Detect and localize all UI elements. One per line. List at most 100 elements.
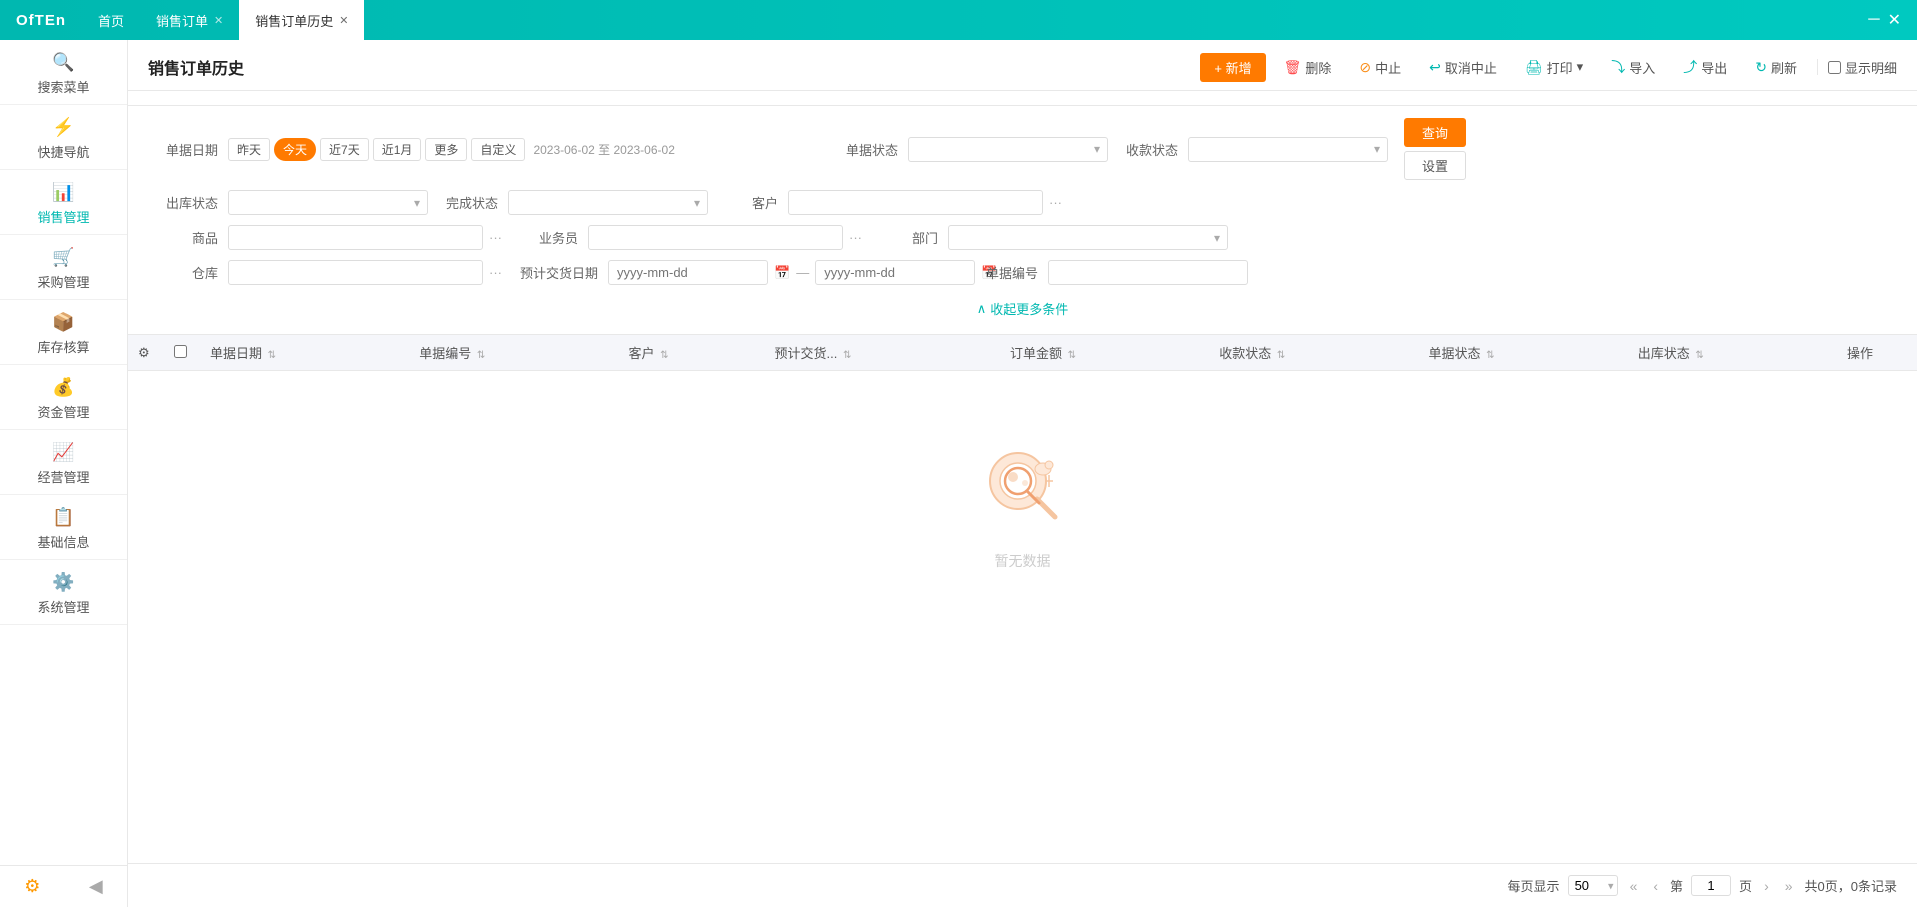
import-button[interactable]: ⤵ 导入 [1601, 52, 1665, 82]
salesperson-input[interactable] [588, 225, 843, 250]
bill-status-select[interactable] [908, 137, 1108, 162]
tab-sales-order-close[interactable]: ✕ [214, 14, 223, 27]
settings-button[interactable]: 设置 [1404, 151, 1466, 180]
delete-button[interactable]: 🗑 删除 [1274, 53, 1342, 82]
sidebar-item-purchase[interactable]: 🛒 采购管理 [0, 235, 127, 300]
select-all-checkbox[interactable] [174, 345, 187, 358]
customer-input[interactable] [788, 190, 1043, 215]
goods-input[interactable] [228, 225, 483, 250]
stock-out-select-wrap [228, 190, 428, 215]
delivery-start-input[interactable] [608, 260, 768, 285]
per-page-select[interactable]: 10 20 50 100 [1568, 875, 1618, 896]
warehouse-field: ··· [228, 260, 508, 285]
delivery-end-input[interactable] [815, 260, 975, 285]
th-receipt-status[interactable]: 收款状态 ⇅ [1209, 335, 1418, 371]
complete-select[interactable] [508, 190, 708, 215]
date-field: 昨天 今天 近7天 近1月 更多 自定义 2023-06-02 至 2023-0… [228, 138, 828, 161]
operation-icon: 📈 [52, 442, 74, 463]
query-button[interactable]: 查询 [1404, 118, 1466, 147]
salesperson-label: 业务员 [508, 228, 588, 247]
display-cols-checkbox[interactable] [1828, 61, 1841, 74]
display-cols-check[interactable]: 显示明细 [1828, 58, 1897, 77]
th-amount[interactable]: 订单金额 ⇅ [1000, 335, 1209, 371]
first-page-button[interactable]: « [1626, 876, 1642, 896]
sidebar-item-search-label: 搜索菜单 [37, 77, 89, 96]
th-stock-out-status-sort: ⇅ [1695, 350, 1703, 361]
footer-bar: 每页显示 10 20 50 100 « ‹ 第 页 › » 共0页，0条记录 [128, 863, 1917, 907]
sidebar-item-system[interactable]: ⚙️ 系统管理 [0, 560, 127, 625]
filter-row-2: 出库状态 完成状态 客户 ··· [148, 190, 1897, 215]
th-settings[interactable]: ⚙ [128, 335, 164, 371]
goods-more-icon[interactable]: ··· [483, 230, 508, 245]
per-page-label: 每页显示 [1508, 876, 1560, 895]
next-page-button[interactable]: › [1760, 876, 1773, 896]
empty-text: 暂无数据 [995, 551, 1051, 571]
print-button[interactable]: 🖨 打印 ▾ [1515, 53, 1593, 82]
dept-select[interactable] [948, 225, 1228, 250]
last-page-button[interactable]: » [1781, 876, 1797, 896]
brand-logo: OfTEn [0, 12, 82, 29]
tab-sales-order[interactable]: 销售订单 ✕ [140, 0, 239, 40]
calendar-start-icon[interactable]: 📅 [774, 265, 790, 281]
cancel-stop-icon: ↩ [1429, 59, 1441, 76]
stock-out-select[interactable] [228, 190, 428, 215]
window-close-icon[interactable]: ✕ [1888, 10, 1901, 30]
date-yesterday[interactable]: 昨天 [228, 138, 270, 161]
sidebar-item-operation-label: 经营管理 [37, 467, 89, 486]
th-check[interactable] [164, 335, 200, 371]
tab-sales-order-history[interactable]: 销售订单历史 ✕ [239, 0, 364, 40]
date-today[interactable]: 今天 [274, 138, 316, 161]
th-stock-out-status[interactable]: 出库状态 ⇅ [1628, 335, 1837, 371]
sidebar-item-sales[interactable]: 📊 销售管理 [0, 170, 127, 235]
page-header: 销售订单历史 + 新增 🗑 删除 ⊘ 中止 ↩ 取消中止 🖨 [128, 40, 1917, 91]
th-customer[interactable]: 客户 ⇅ [618, 335, 764, 371]
sidebar-item-search[interactable]: 🔍 搜索菜单 [0, 40, 127, 105]
sidebar-collapse-icon[interactable]: ◀ [89, 876, 103, 897]
table-header: ⚙ 单据日期 ⇅ 单据编号 ⇅ [128, 335, 1917, 371]
new-button[interactable]: + 新增 [1200, 53, 1265, 82]
settings-col-icon[interactable]: ⚙ [138, 345, 150, 360]
page-input[interactable] [1691, 875, 1731, 896]
stop-button[interactable]: ⊘ 中止 [1349, 53, 1411, 82]
tab-sales-order-history-close[interactable]: ✕ [339, 14, 348, 27]
delete-icon: 🗑 [1284, 59, 1302, 76]
th-amount-label: 订单金额 [1010, 346, 1062, 361]
window-min-icon[interactable]: ─ [1868, 11, 1879, 29]
import-icon: ⤵ [1611, 57, 1625, 77]
date-custom[interactable]: 自定义 [471, 138, 525, 161]
tab-sales-order-label: 销售订单 [156, 11, 208, 30]
sidebar-settings-icon[interactable]: ⚙ [24, 876, 40, 897]
th-customer-sort: ⇅ [660, 350, 668, 361]
th-bill-status-sort: ⇅ [1486, 350, 1494, 361]
refresh-button[interactable]: ↻ 刷新 [1745, 53, 1807, 82]
sidebar-item-operation[interactable]: 📈 经营管理 [0, 430, 127, 495]
sidebar-item-nav[interactable]: ⚡ 快捷导航 [0, 105, 127, 170]
sidebar-item-inventory[interactable]: 📦 库存核算 [0, 300, 127, 365]
search-icon: 🔍 [52, 52, 74, 73]
sidebar-item-finance[interactable]: 💰 资金管理 [0, 365, 127, 430]
collapse-row: ∧ 收起更多条件 [148, 295, 1897, 322]
date-7days[interactable]: 近7天 [320, 138, 369, 161]
stop-icon: ⊘ [1359, 59, 1371, 76]
th-bill-status[interactable]: 单据状态 ⇅ [1419, 335, 1628, 371]
warehouse-input[interactable] [228, 260, 483, 285]
sidebar-item-basic-label: 基础信息 [37, 532, 89, 551]
prev-page-button[interactable]: ‹ [1649, 876, 1662, 896]
tab-home[interactable]: 首页 [82, 0, 140, 40]
warehouse-more-icon[interactable]: ··· [483, 265, 508, 280]
bill-no-input[interactable] [1048, 260, 1248, 285]
th-bill-date[interactable]: 单据日期 ⇅ [200, 335, 409, 371]
salesperson-more-icon[interactable]: ··· [843, 230, 868, 245]
th-bill-no[interactable]: 单据编号 ⇅ [409, 335, 618, 371]
th-bill-no-label: 单据编号 [419, 346, 471, 361]
collapse-button[interactable]: ∧ 收起更多条件 [977, 295, 1069, 322]
customer-more-icon[interactable]: ··· [1043, 195, 1068, 210]
cancel-stop-button[interactable]: ↩ 取消中止 [1419, 53, 1507, 82]
receipt-status-select[interactable] [1188, 137, 1388, 162]
date-1month[interactable]: 近1月 [373, 138, 422, 161]
export-button[interactable]: ⤴ 导出 [1673, 52, 1737, 82]
sidebar-item-basic[interactable]: 📋 基础信息 [0, 495, 127, 560]
date-more[interactable]: 更多 [425, 138, 467, 161]
th-delivery[interactable]: 预计交货... ⇅ [764, 335, 1000, 371]
warehouse-label: 仓库 [148, 263, 228, 282]
